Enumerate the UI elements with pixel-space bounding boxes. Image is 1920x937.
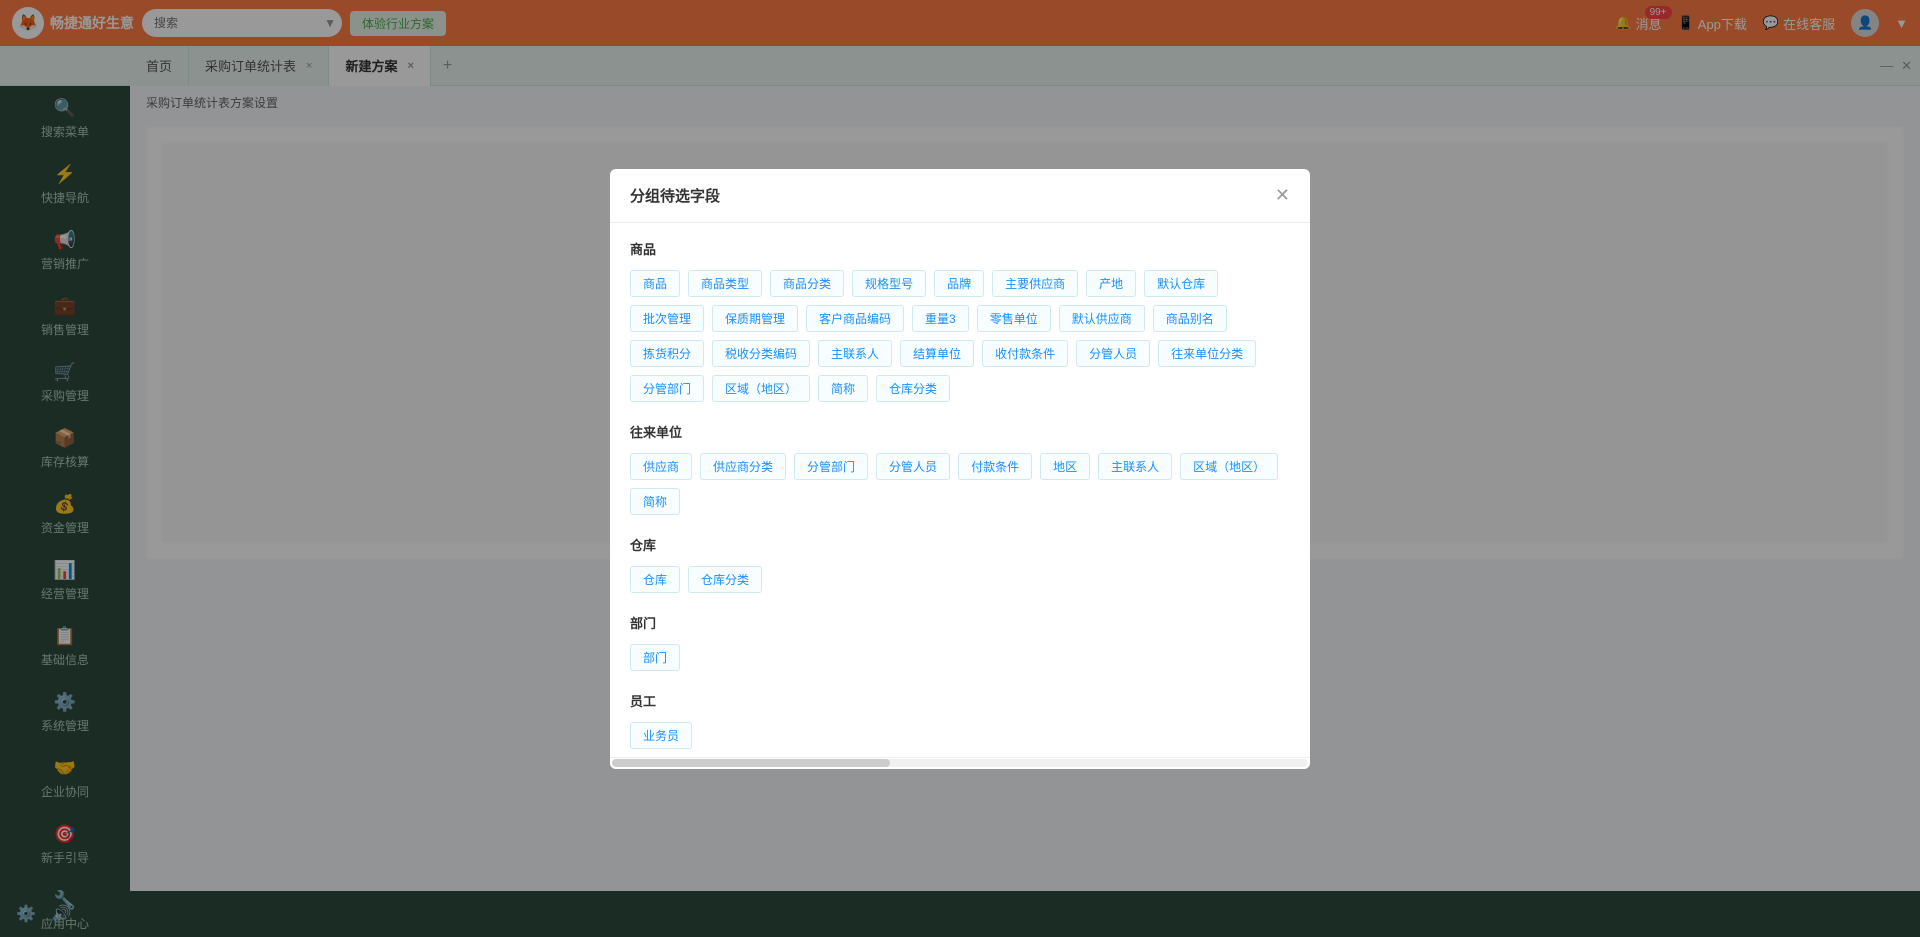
field-group-员工: 员工业务员	[630, 691, 1290, 749]
field-tag[interactable]: 供应商	[630, 453, 692, 480]
field-tag[interactable]: 地区	[1040, 453, 1090, 480]
modal: 分组待选字段 ✕ 商品商品商品类型商品分类规格型号品牌主要供应商产地默认仓库批次…	[610, 169, 1310, 769]
field-tag[interactable]: 往来单位分类	[1158, 340, 1256, 367]
field-tag[interactable]: 仓库分类	[688, 566, 762, 593]
field-tag[interactable]: 简称	[630, 488, 680, 515]
field-tag[interactable]: 简称	[818, 375, 868, 402]
field-tag[interactable]: 客户商品编码	[806, 305, 904, 332]
fields-row-部门: 部门	[630, 644, 1290, 671]
group-title-部门: 部门	[630, 613, 1290, 632]
field-tag[interactable]: 分管部门	[794, 453, 868, 480]
modal-title: 分组待选字段	[630, 185, 720, 206]
group-title-商品: 商品	[630, 239, 1290, 258]
field-group-往来单位: 往来单位供应商供应商分类分管部门分管人员付款条件地区主联系人区域（地区） 简称	[630, 422, 1290, 515]
field-group-商品: 商品商品商品类型商品分类规格型号品牌主要供应商产地默认仓库批次管理保质期管理客户…	[630, 239, 1290, 402]
fields-row-仓库: 仓库仓库分类	[630, 566, 1290, 593]
field-group-仓库: 仓库仓库仓库分类	[630, 535, 1290, 593]
field-tag[interactable]: 结算单位	[900, 340, 974, 367]
field-tag[interactable]: 业务员	[630, 722, 692, 749]
field-tag[interactable]: 区域（地区）	[1180, 453, 1278, 480]
group-title-员工: 员工	[630, 691, 1290, 710]
field-tag[interactable]: 部门	[630, 644, 680, 671]
field-tag[interactable]: 商品分类	[770, 270, 844, 297]
field-tag[interactable]: 分管部门	[630, 375, 704, 402]
field-tag[interactable]: 仓库	[630, 566, 680, 593]
hscroll-thumb	[612, 759, 890, 767]
group-title-仓库: 仓库	[630, 535, 1290, 554]
field-tag[interactable]: 商品	[630, 270, 680, 297]
modal-overlay: 分组待选字段 ✕ 商品商品商品类型商品分类规格型号品牌主要供应商产地默认仓库批次…	[0, 0, 1920, 937]
field-tag[interactable]: 零售单位	[977, 305, 1051, 332]
modal-header: 分组待选字段 ✕	[610, 169, 1310, 223]
field-tag[interactable]: 商品别名	[1153, 305, 1227, 332]
modal-hscrollbar[interactable]	[610, 757, 1310, 769]
field-tag[interactable]: 分管人员	[876, 453, 950, 480]
field-tag[interactable]: 产地	[1086, 270, 1136, 297]
field-tag[interactable]: 分管人员	[1076, 340, 1150, 367]
field-tag[interactable]: 主要供应商	[992, 270, 1078, 297]
field-tag[interactable]: 默认仓库	[1144, 270, 1218, 297]
group-title-往来单位: 往来单位	[630, 422, 1290, 441]
modal-body[interactable]: 商品商品商品类型商品分类规格型号品牌主要供应商产地默认仓库批次管理保质期管理客户…	[610, 223, 1310, 757]
field-tag[interactable]: 供应商分类	[700, 453, 786, 480]
field-tag[interactable]: 批次管理	[630, 305, 704, 332]
field-tag[interactable]: 品牌	[934, 270, 984, 297]
field-group-部门: 部门部门	[630, 613, 1290, 671]
hscroll-track	[612, 759, 1308, 767]
field-tag[interactable]: 仓库分类	[876, 375, 950, 402]
field-tag[interactable]: 规格型号	[852, 270, 926, 297]
field-tag[interactable]: 付款条件	[958, 453, 1032, 480]
field-tag[interactable]: 收付款条件	[982, 340, 1068, 367]
field-tag[interactable]: 主联系人	[818, 340, 892, 367]
field-tag[interactable]: 保质期管理	[712, 305, 798, 332]
field-tag[interactable]: 默认供应商	[1059, 305, 1145, 332]
field-tag[interactable]: 税收分类编码	[712, 340, 810, 367]
fields-row-往来单位: 供应商供应商分类分管部门分管人员付款条件地区主联系人区域（地区） 简称	[630, 453, 1290, 515]
fields-row-员工: 业务员	[630, 722, 1290, 749]
field-tag[interactable]: 重量3	[912, 305, 969, 332]
fields-row-商品: 商品商品类型商品分类规格型号品牌主要供应商产地默认仓库批次管理保质期管理客户商品…	[630, 270, 1290, 402]
modal-close-button[interactable]: ✕	[1275, 185, 1290, 206]
field-tag[interactable]: 商品类型	[688, 270, 762, 297]
field-tag[interactable]: 区域（地区）	[712, 375, 810, 402]
field-tag[interactable]: 主联系人	[1098, 453, 1172, 480]
field-tag[interactable]: 拣货积分	[630, 340, 704, 367]
